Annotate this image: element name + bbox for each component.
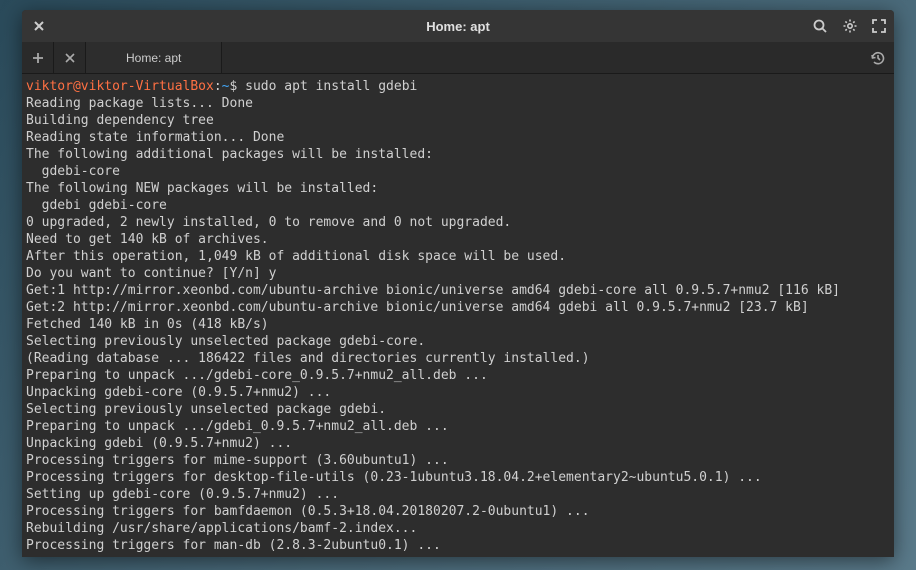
tab-label: Home: apt [126,51,181,65]
gear-icon [842,18,858,34]
close-icon [33,20,45,32]
titlebar: Home: apt [22,10,894,42]
command-text: sudo apt install gdebi [237,79,417,94]
tab-home-apt[interactable]: Home: apt [86,42,222,73]
output-lines: Reading package lists... Done Building d… [26,96,840,553]
search-button[interactable] [812,18,828,34]
history-button[interactable] [862,42,894,73]
close-button[interactable] [30,17,48,35]
search-icon [812,18,828,34]
close-tab-button[interactable] [54,42,86,73]
fullscreen-button[interactable] [872,19,886,33]
fullscreen-icon [872,19,886,33]
history-icon [870,50,886,66]
settings-button[interactable] [842,18,858,34]
terminal-window: Home: apt Home: apt viktor@viktor-Virtua… [22,10,894,557]
plus-icon [32,52,44,64]
prompt-user: viktor@viktor-VirtualBox [26,79,214,94]
terminal-output[interactable]: viktor@viktor-VirtualBox:~$ sudo apt ins… [22,74,894,557]
window-title: Home: apt [426,19,490,34]
close-icon [65,53,75,63]
prompt-sep: : [214,79,222,94]
new-tab-button[interactable] [22,42,54,73]
tabbar: Home: apt [22,42,894,74]
prompt-path: ~ [222,79,230,94]
